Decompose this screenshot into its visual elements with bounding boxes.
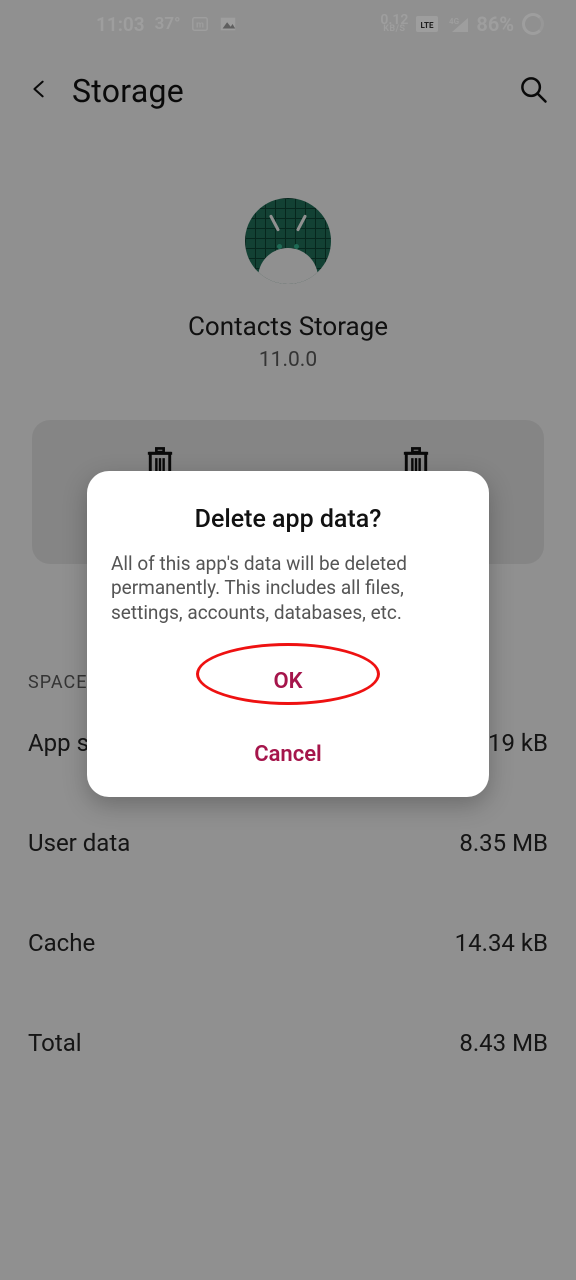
dialog-body: All of this app's data will be deleted p… [111, 552, 465, 625]
cancel-button[interactable]: Cancel [111, 742, 465, 767]
modal-overlay[interactable]: Delete app data? All of this app's data … [0, 0, 576, 1280]
ok-button[interactable]: OK [233, 665, 342, 698]
delete-dialog: Delete app data? All of this app's data … [87, 471, 489, 797]
dialog-title: Delete app data? [111, 505, 465, 534]
